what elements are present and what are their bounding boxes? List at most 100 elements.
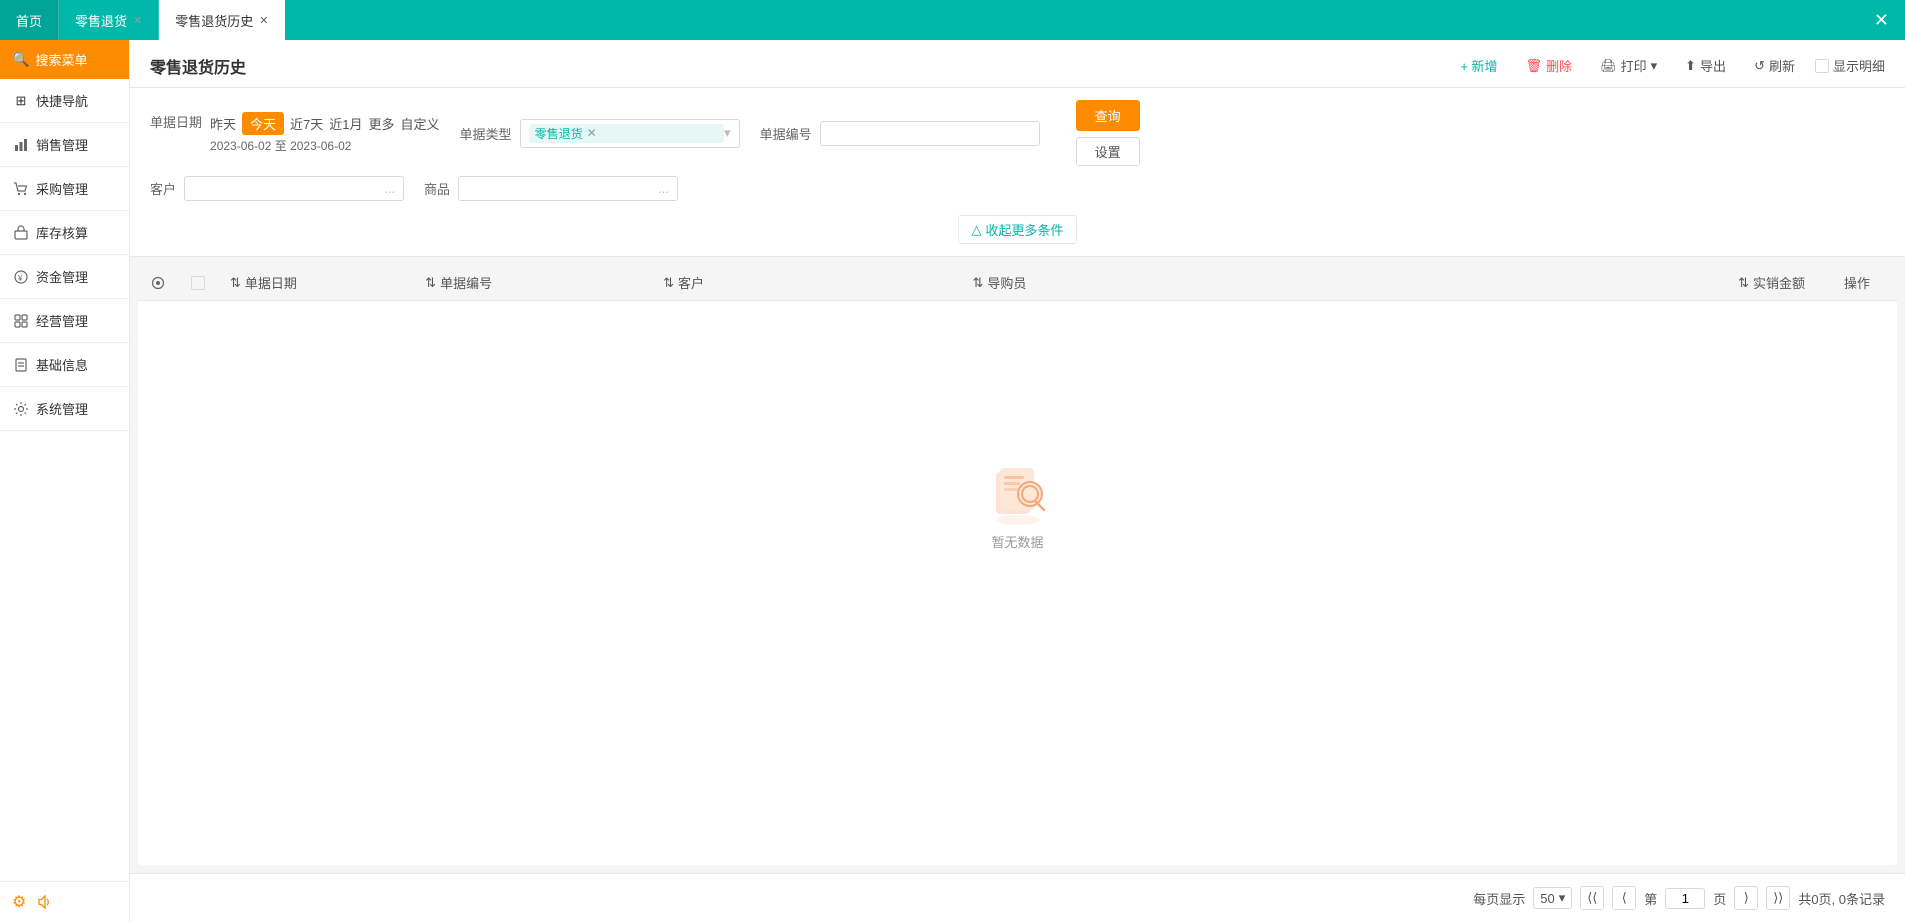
date-option-1month[interactable]: 近1月 bbox=[329, 114, 362, 133]
sidebar-item-inventory[interactable]: 库存核算 bbox=[0, 211, 129, 255]
th-date-label: ⇅ bbox=[230, 275, 241, 291]
voucher-filter-label: 单据编号 bbox=[760, 124, 812, 143]
collapse-filter-button[interactable]: △ 收起更多条件 bbox=[958, 215, 1076, 244]
date-range-display: 2023-06-02 至 2023-06-02 bbox=[210, 137, 440, 154]
select-all-checkbox[interactable] bbox=[191, 276, 205, 290]
filter-row-2: 客户 ... 商品 ... bbox=[150, 176, 1885, 201]
empty-icon bbox=[978, 452, 1058, 532]
show-detail-checkbox[interactable] bbox=[1815, 59, 1829, 73]
customer-filter-group: 客户 ... bbox=[150, 176, 404, 201]
customer-dots: ... bbox=[384, 181, 395, 196]
query-settings-buttons: 查询 设置 bbox=[1076, 100, 1140, 166]
goods-dots: ... bbox=[658, 181, 669, 196]
main-layout: 🔍 搜索菜单 ⊞ 快捷导航 销售管理 采购管理 库存核算 bbox=[0, 40, 1905, 922]
date-filter-group: 单据日期 昨天 今天 近7天 近1月 更多 自定义 2023-06-02 至 2… bbox=[150, 112, 440, 154]
th-customer[interactable]: ⇅ 客户 bbox=[651, 273, 960, 292]
th-checkbox[interactable] bbox=[178, 276, 218, 290]
th-no-label: ⇅ bbox=[425, 275, 436, 291]
collapse-filter-label: 收起更多条件 bbox=[985, 220, 1063, 239]
print-button[interactable]: 🖨 打印 ▾ bbox=[1592, 52, 1665, 79]
date-option-7days[interactable]: 近7天 bbox=[290, 114, 323, 133]
sidebar-search-label: 搜索菜单 bbox=[35, 50, 87, 69]
delete-button[interactable]: 🗑 删除 bbox=[1518, 52, 1581, 79]
voucher-filter-input[interactable] bbox=[820, 121, 1040, 146]
th-settings[interactable] bbox=[138, 276, 178, 290]
sidebar-item-system-label: 系统管理 bbox=[36, 399, 88, 418]
new-button[interactable]: + 新增 bbox=[1452, 52, 1505, 79]
export-icon: ⬆ bbox=[1685, 58, 1696, 74]
delete-button-label: 删除 bbox=[1546, 56, 1572, 75]
sidebar-item-sales-label: 销售管理 bbox=[36, 135, 88, 154]
table-container: ⇅ 单据日期 ⇅ 单据编号 ⇅ 客户 ⇅ 导购员 ⇅ 实销 bbox=[138, 265, 1897, 865]
settings-button[interactable]: 设置 bbox=[1076, 137, 1140, 166]
th-no[interactable]: ⇅ 单据编号 bbox=[413, 273, 651, 292]
page-actions: + 新增 🗑 删除 🖨 打印 ▾ ⬆ 导出 ↺ 刷新 bbox=[1452, 52, 1885, 79]
customer-filter-input[interactable]: ... bbox=[184, 176, 404, 201]
quick-nav-icon: ⊞ bbox=[12, 92, 30, 110]
date-filter-label: 单据日期 bbox=[150, 112, 202, 131]
th-guide[interactable]: ⇅ 导购员 bbox=[960, 273, 1198, 292]
finance-icon: ¥ bbox=[12, 268, 30, 286]
sidebar-item-sales[interactable]: 销售管理 bbox=[0, 123, 129, 167]
th-guide-label: ⇅ bbox=[972, 275, 983, 291]
th-date-text: 单据日期 bbox=[245, 273, 297, 292]
sidebar-item-purchase[interactable]: 采购管理 bbox=[0, 167, 129, 211]
sidebar: 🔍 搜索菜单 ⊞ 快捷导航 销售管理 采购管理 库存核算 bbox=[0, 40, 130, 922]
sound-icon[interactable] bbox=[36, 893, 54, 911]
refresh-button[interactable]: ↺ 刷新 bbox=[1746, 52, 1803, 79]
tab-retail-return-history-close[interactable]: ✕ bbox=[259, 14, 268, 27]
page-header: 零售退货历史 + 新增 🗑 删除 🖨 打印 ▾ ⬆ 导出 bbox=[130, 40, 1905, 88]
goods-filter-input[interactable]: ... bbox=[458, 176, 678, 201]
collapse-up-icon: △ bbox=[971, 222, 981, 238]
page-input[interactable] bbox=[1665, 888, 1705, 909]
total-text: 共0页, 0条记录 bbox=[1798, 889, 1885, 908]
empty-text: 暂无数据 bbox=[991, 532, 1043, 551]
sidebar-item-quick-nav-label: 快捷导航 bbox=[36, 91, 88, 110]
tab-retail-return-history[interactable]: 零售退货历史 ✕ bbox=[159, 0, 285, 40]
basic-info-icon bbox=[12, 356, 30, 374]
tab-home[interactable]: 首页 bbox=[0, 0, 59, 40]
export-button[interactable]: ⬆ 导出 bbox=[1677, 52, 1734, 79]
th-guide-text: 导购员 bbox=[987, 273, 1026, 292]
show-detail-checkbox-area[interactable]: 显示明细 bbox=[1815, 56, 1885, 75]
refresh-icon: ↺ bbox=[1754, 58, 1765, 74]
type-filter-select[interactable]: 零售退货 ✕ ▾ bbox=[520, 119, 740, 148]
sidebar-item-system[interactable]: 系统管理 bbox=[0, 387, 129, 431]
th-no-text: 单据编号 bbox=[440, 273, 492, 292]
th-date[interactable]: ⇅ 单据日期 bbox=[218, 273, 413, 292]
first-page-button[interactable]: ⟨⟨ bbox=[1580, 886, 1604, 910]
sidebar-search[interactable]: 🔍 搜索菜单 bbox=[0, 40, 129, 79]
empty-state: 暂无数据 bbox=[138, 301, 1897, 701]
th-amount[interactable]: ⇅ 实销金额 bbox=[1650, 273, 1817, 292]
th-customer-label: ⇅ bbox=[663, 275, 674, 291]
prev-page-button[interactable]: ⟨ bbox=[1612, 886, 1636, 910]
sidebar-item-finance[interactable]: ¥ 资金管理 bbox=[0, 255, 129, 299]
voucher-filter-group: 单据编号 bbox=[760, 121, 1040, 146]
sidebar-item-basic-info[interactable]: 基础信息 bbox=[0, 343, 129, 387]
sidebar-item-operations[interactable]: 经营管理 bbox=[0, 299, 129, 343]
sidebar-footer: ⚙ bbox=[0, 881, 129, 922]
date-option-custom[interactable]: 自定义 bbox=[401, 114, 440, 133]
next-page-button[interactable]: ⟩ bbox=[1734, 886, 1758, 910]
type-filter-tag: 零售退货 ✕ bbox=[529, 124, 724, 143]
settings-gear-icon[interactable]: ⚙ bbox=[12, 892, 26, 912]
page-suffix: 页 bbox=[1713, 889, 1726, 908]
query-button[interactable]: 查询 bbox=[1076, 100, 1140, 131]
print-icon: 🖨 bbox=[1600, 58, 1617, 74]
page-title: 零售退货历史 bbox=[150, 54, 246, 78]
last-page-button[interactable]: ⟩⟩ bbox=[1766, 886, 1790, 910]
per-page-label: 每页显示 bbox=[1473, 889, 1525, 908]
window-close-button[interactable]: ✕ bbox=[1858, 10, 1905, 31]
date-option-more[interactable]: 更多 bbox=[369, 114, 395, 133]
sidebar-item-inventory-label: 库存核算 bbox=[36, 223, 88, 242]
date-option-yesterday[interactable]: 昨天 bbox=[210, 114, 236, 133]
sidebar-item-quick-nav[interactable]: ⊞ 快捷导航 bbox=[0, 79, 129, 123]
print-dropdown-icon: ▾ bbox=[1651, 58, 1658, 74]
type-filter-tag-close[interactable]: ✕ bbox=[587, 126, 597, 140]
th-amount-text: 实销金额 bbox=[1753, 273, 1805, 292]
export-button-label: 导出 bbox=[1700, 56, 1726, 75]
per-page-select[interactable]: 50 ▾ bbox=[1533, 887, 1572, 909]
tab-retail-return-close[interactable]: ✕ bbox=[133, 14, 142, 27]
date-option-today[interactable]: 今天 bbox=[242, 112, 284, 135]
tab-retail-return[interactable]: 零售退货 ✕ bbox=[59, 0, 159, 40]
